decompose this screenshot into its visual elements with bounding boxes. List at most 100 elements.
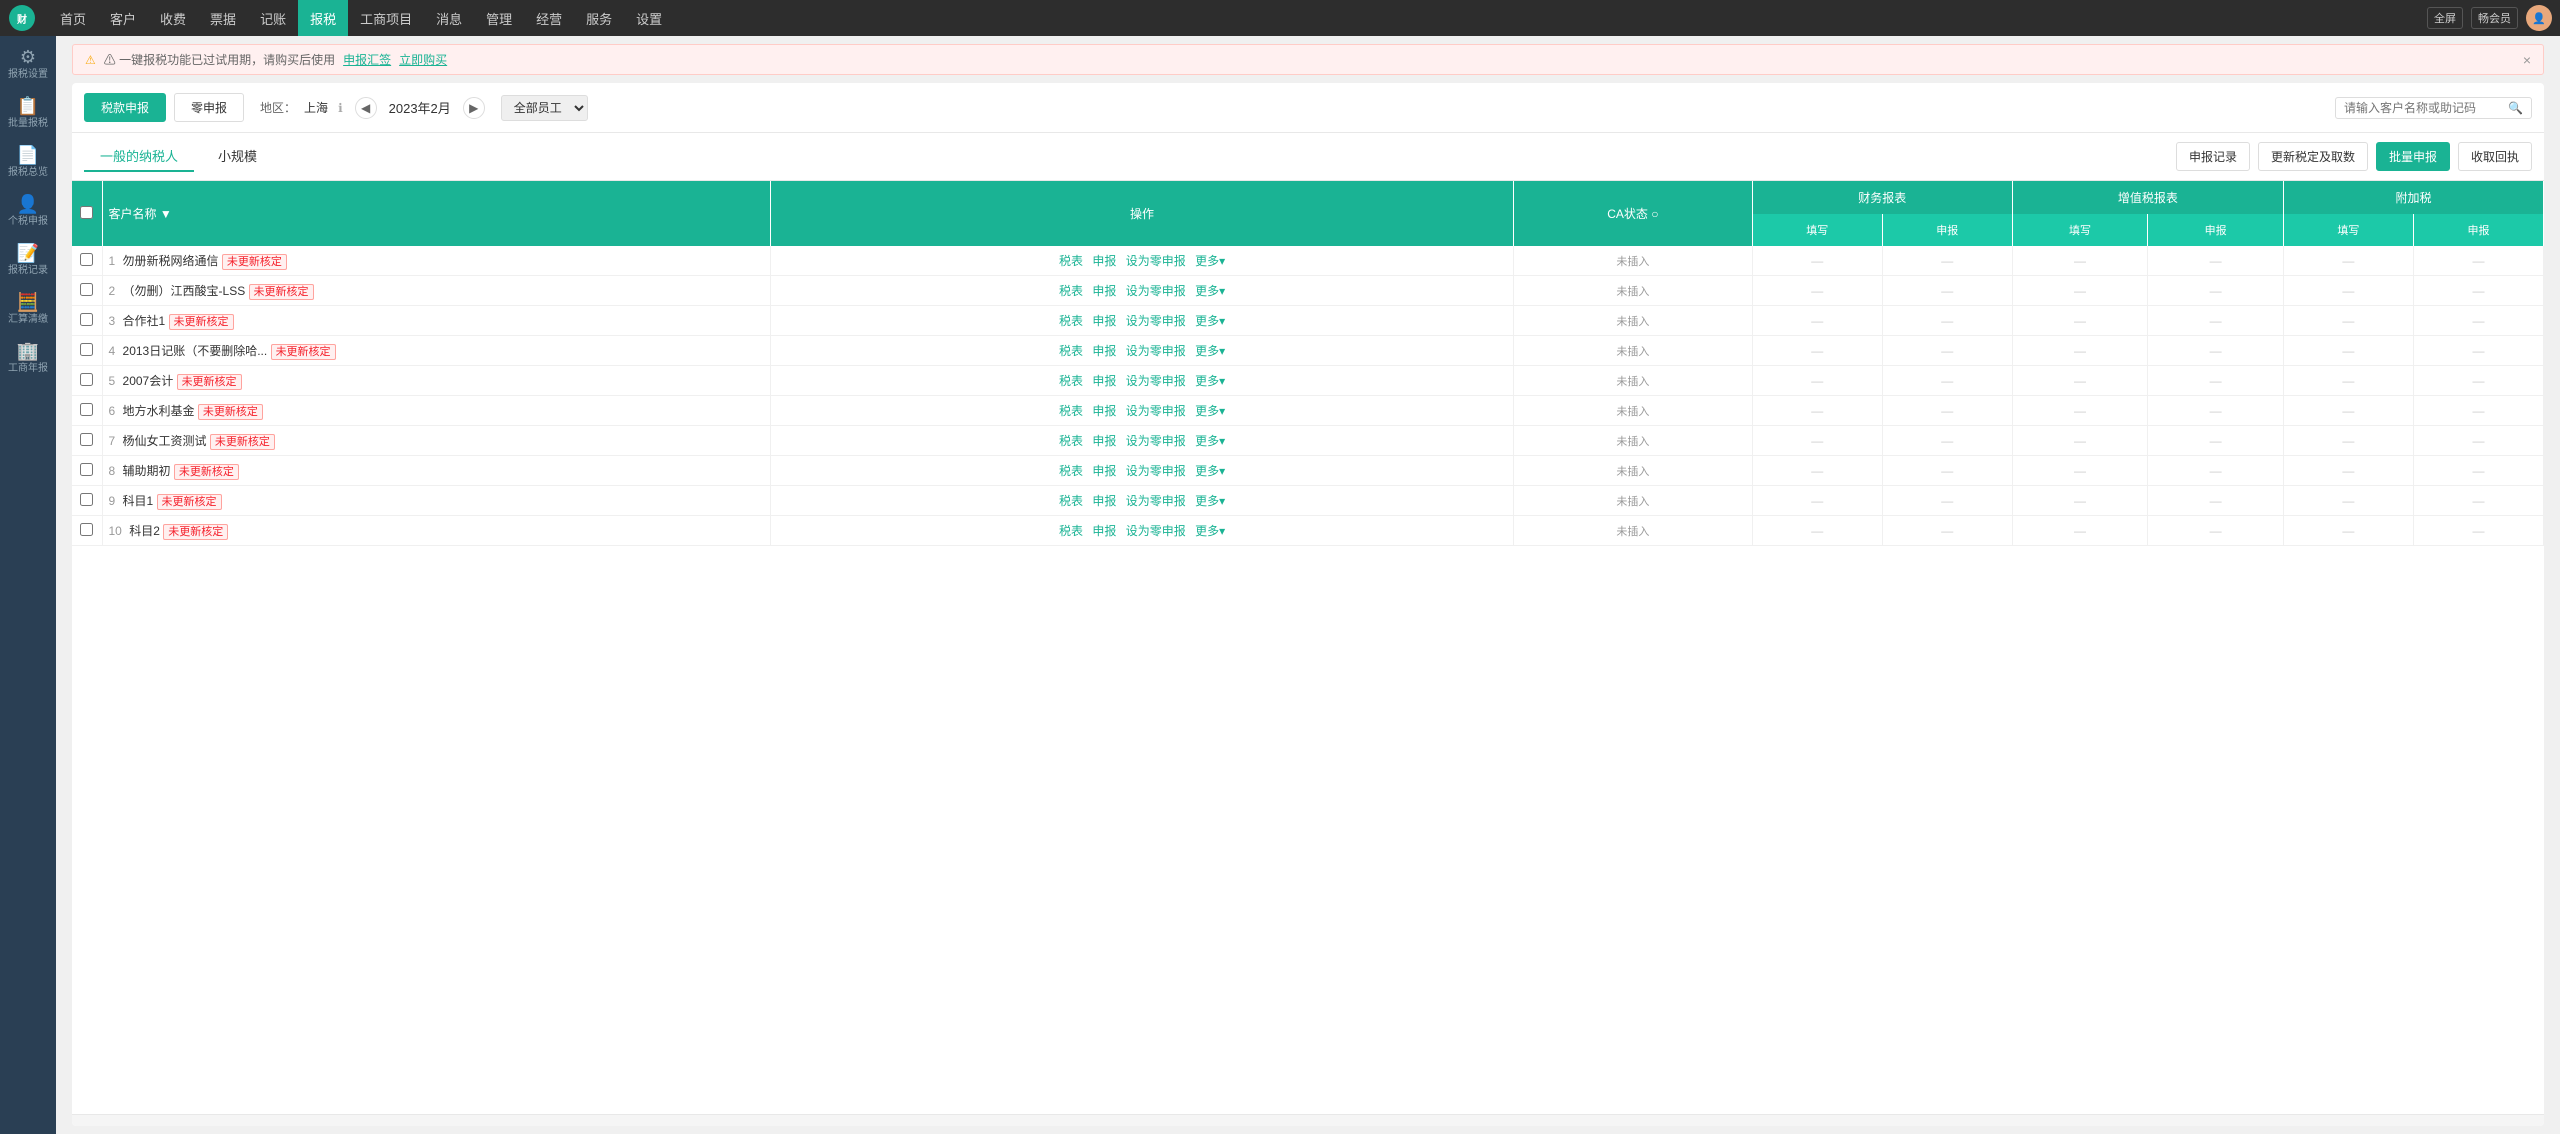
nav-bill[interactable]: 票据 [198,0,248,36]
sidebar-item-tax-settings[interactable]: ⚙ 报税设置 [0,40,56,89]
prev-month-btn[interactable]: ◀ [355,97,377,119]
sidebar-item-personal-tax[interactable]: 👤 个税申报 [0,187,56,236]
row-checkbox[interactable] [80,343,93,356]
op-tax-table[interactable]: 税表 [1059,344,1083,358]
op-zero-declare[interactable]: 设为零申报 [1126,254,1186,268]
row-checkbox[interactable] [80,403,93,416]
sidebar-item-settlement[interactable]: 🧮 汇算清缴 [0,285,56,334]
op-declare[interactable]: 申报 [1092,494,1116,508]
tab-general-taxpayer[interactable]: 一般的纳税人 [84,141,194,172]
row-col-1: — [1882,486,2012,516]
op-zero-declare[interactable]: 设为零申报 [1126,404,1186,418]
status-badge: 未更新核定 [174,464,239,480]
op-more[interactable]: 更多▾ [1195,284,1225,298]
action-btns: 申报记录 更新税定及取数 批量申报 收取回执 [2176,142,2532,171]
sidebar-item-tax-overview[interactable]: 📄 报税总览 [0,138,56,187]
notice-close-btn[interactable]: × [2523,52,2531,68]
next-month-btn[interactable]: ▶ [463,97,485,119]
nav-message[interactable]: 消息 [424,0,474,36]
op-tax-table[interactable]: 税表 [1059,374,1083,388]
nav-business[interactable]: 工商项目 [348,0,424,36]
notice-link-report[interactable]: 申报汇签 [343,51,391,68]
op-more[interactable]: 更多▾ [1195,494,1225,508]
op-tax-table[interactable]: 税表 [1059,494,1083,508]
op-zero-declare[interactable]: 设为零申报 [1126,524,1186,538]
op-more[interactable]: 更多▾ [1195,254,1225,268]
row-number: 1 [109,254,116,268]
row-col-2: — [2012,516,2148,546]
nav-home[interactable]: 首页 [48,0,98,36]
op-tax-table[interactable]: 税表 [1059,284,1083,298]
op-tax-table[interactable]: 税表 [1059,464,1083,478]
op-more[interactable]: 更多▾ [1195,404,1225,418]
nav-settings[interactable]: 设置 [624,0,674,36]
op-zero-declare[interactable]: 设为零申报 [1126,374,1186,388]
row-col-1: — [1882,426,2012,456]
op-more[interactable]: 更多▾ [1195,464,1225,478]
nav-fee[interactable]: 收费 [148,0,198,36]
btn-update-tax[interactable]: 更新税定及取数 [2258,142,2368,171]
op-tax-table[interactable]: 税表 [1059,314,1083,328]
op-declare[interactable]: 申报 [1092,254,1116,268]
fullscreen-btn[interactable]: 全屏 [2427,7,2463,29]
op-declare[interactable]: 申报 [1092,464,1116,478]
op-declare[interactable]: 申报 [1092,434,1116,448]
btn-declaration-record[interactable]: 申报记录 [2176,142,2250,171]
op-zero-declare[interactable]: 设为零申报 [1126,434,1186,448]
op-declare[interactable]: 申报 [1092,344,1116,358]
th-financial-report: 财务报表 [1752,181,2012,214]
op-tax-table[interactable]: 税表 [1059,254,1083,268]
row-checkbox[interactable] [80,463,93,476]
nav-customer[interactable]: 客户 [98,0,148,36]
user-avatar[interactable]: 👤 [2526,5,2552,31]
op-declare[interactable]: 申报 [1092,284,1116,298]
op-declare[interactable]: 申报 [1092,404,1116,418]
row-checkbox[interactable] [80,283,93,296]
op-more[interactable]: 更多▾ [1195,314,1225,328]
op-zero-declare[interactable]: 设为零申报 [1126,344,1186,358]
op-more[interactable]: 更多▾ [1195,374,1225,388]
nav-account[interactable]: 记账 [248,0,298,36]
row-checkbox[interactable] [80,433,93,446]
th-fin-declare: 申报 [1882,214,2012,246]
row-checkbox[interactable] [80,373,93,386]
btn-batch-declare[interactable]: 批量申报 [2376,142,2450,171]
btn-collect-receipt[interactable]: 收取回执 [2458,142,2532,171]
op-more[interactable]: 更多▾ [1195,344,1225,358]
sidebar-item-annual-report[interactable]: 🏢 工商年报 [0,334,56,383]
row-checkbox[interactable] [80,493,93,506]
nav-operation[interactable]: 经营 [524,0,574,36]
tab-small-scale[interactable]: 小规模 [202,141,273,172]
tab-zero-declaration[interactable]: 零申报 [174,93,244,122]
search-icon[interactable]: 🔍 [2508,101,2523,115]
select-all-checkbox[interactable] [80,206,93,219]
search-input[interactable] [2344,101,2504,115]
op-tax-table[interactable]: 税表 [1059,434,1083,448]
nav-manage[interactable]: 管理 [474,0,524,36]
tab-tax-declaration[interactable]: 税款申报 [84,93,166,122]
row-checkbox[interactable] [80,313,93,326]
op-zero-declare[interactable]: 设为零申报 [1126,494,1186,508]
op-declare[interactable]: 申报 [1092,524,1116,538]
nav-tax[interactable]: 报税 [298,0,348,36]
sidebar-item-tax-record[interactable]: 📝 报税记录 [0,236,56,285]
row-col-2: — [2012,396,2148,426]
op-tax-table[interactable]: 税表 [1059,524,1083,538]
row-name: 6 地方水利基金 未更新核定 [102,396,771,426]
member-btn[interactable]: 畅会员 [2471,7,2518,29]
row-checkbox[interactable] [80,253,93,266]
staff-dropdown[interactable]: 全部员工 [501,95,588,121]
op-more[interactable]: 更多▾ [1195,434,1225,448]
op-tax-table[interactable]: 税表 [1059,404,1083,418]
op-zero-declare[interactable]: 设为零申报 [1126,464,1186,478]
row-checkbox[interactable] [80,523,93,536]
op-declare[interactable]: 申报 [1092,314,1116,328]
notice-link-buy[interactable]: 立即购买 [399,51,447,68]
op-zero-declare[interactable]: 设为零申报 [1126,314,1186,328]
op-zero-declare[interactable]: 设为零申报 [1126,284,1186,298]
nav-service[interactable]: 服务 [574,0,624,36]
op-more[interactable]: 更多▾ [1195,524,1225,538]
status-badge: 未更新核定 [249,284,314,300]
sidebar-item-batch-tax[interactable]: 📋 批量报税 [0,89,56,138]
op-declare[interactable]: 申报 [1092,374,1116,388]
